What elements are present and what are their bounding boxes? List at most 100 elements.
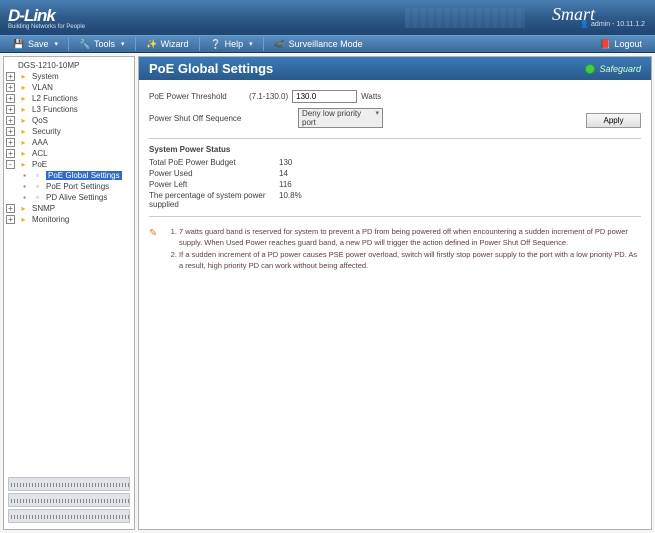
menu-tools[interactable]: 🔧 Tools ▾ [71, 36, 133, 52]
stat-label: The percentage of system power supplied [149, 191, 279, 209]
threshold-row: PoE Power Threshold (7.1-130.0) Watts [149, 90, 641, 103]
sequence-value: Deny low priority port [302, 109, 361, 127]
menu-separator [135, 37, 136, 51]
stat-label: Power Used [149, 169, 279, 178]
tree-toggle-icon[interactable]: + [6, 116, 15, 125]
threshold-label: PoE Power Threshold [149, 92, 249, 101]
menu-label: Surveillance Mode [289, 39, 363, 49]
tree-toggle-icon[interactable]: + [6, 138, 15, 147]
ports-graphic [405, 8, 525, 28]
menu-logout[interactable]: 📕 Logout [591, 36, 650, 52]
tree-item-monitoring[interactable]: +▸Monitoring [6, 214, 132, 225]
folder-icon: ▸ [18, 149, 29, 158]
page-icon: ▫ [32, 171, 43, 180]
tree-toggle-icon[interactable]: + [6, 127, 15, 136]
tree-toggle-icon[interactable]: + [6, 83, 15, 92]
tree-item-l3-functions[interactable]: +▸L3 Functions [6, 104, 132, 115]
tree-root[interactable]: DGS-1210-10MP [6, 60, 132, 71]
tree-label: VLAN [32, 83, 53, 92]
stat-row: The percentage of system power supplied1… [149, 190, 641, 210]
folder-icon: ▸ [18, 105, 29, 114]
tree-label: L3 Functions [32, 105, 78, 114]
help-icon: ❔ [210, 38, 222, 50]
folder-icon: ▸ [18, 204, 29, 213]
stat-value: 116 [279, 180, 329, 189]
tree-item-l2-functions[interactable]: +▸L2 Functions [6, 93, 132, 104]
tree-item-pd-alive-settings[interactable]: ▪▫PD Alive Settings [6, 192, 132, 203]
tree-label: SNMP [32, 204, 55, 213]
tree-toggle-icon[interactable]: - [6, 160, 15, 169]
logo-tagline: Building Networks for People [8, 24, 85, 30]
content-header: PoE Global Settings Safeguard [139, 57, 651, 80]
tree-item-aaa[interactable]: +▸AAA [6, 137, 132, 148]
tree-label: PoE [32, 160, 47, 169]
page-icon: ▫ [32, 182, 43, 191]
tree-item-poe-port-settings[interactable]: ▪▫PoE Port Settings [6, 181, 132, 192]
notice-item: If a sudden increment of a PD power caus… [179, 250, 641, 271]
menu-label: Wizard [161, 39, 189, 49]
folder-icon: ▸ [18, 94, 29, 103]
device-thumb [8, 477, 130, 491]
tree-label: ACL [32, 149, 48, 158]
tree-label: DGS-1210-10MP [18, 61, 79, 70]
sequence-label: Power Shut Off Sequence [149, 114, 249, 123]
tree-toggle-icon[interactable]: + [6, 215, 15, 224]
tree-item-poe-global-settings[interactable]: ▪▫PoE Global Settings [6, 170, 132, 181]
tree-item-snmp[interactable]: +▸SNMP [6, 203, 132, 214]
tree-item-qos[interactable]: +▸QoS [6, 115, 132, 126]
menu-save[interactable]: 💾 Save ▾ [5, 36, 66, 52]
content-panel: PoE Global Settings Safeguard PoE Power … [138, 56, 652, 530]
tree-label: Monitoring [32, 215, 69, 224]
tree-item-acl[interactable]: +▸ACL [6, 148, 132, 159]
tree-label: QoS [32, 116, 48, 125]
main-container: DGS-1210-10MP +▸System+▸VLAN+▸L2 Functio… [0, 53, 655, 533]
tree-toggle-icon[interactable]: + [6, 149, 15, 158]
sequence-select[interactable]: Deny low priority port [298, 108, 383, 128]
threshold-range: (7.1-130.0) [249, 92, 288, 101]
menu-bar: 💾 Save ▾ 🔧 Tools ▾ ✨ Wizard ❔ Help ▾ 📹 S… [0, 35, 655, 53]
menu-label: Tools [94, 39, 115, 49]
tree-label: PoE Global Settings [46, 171, 122, 180]
tree-toggle-icon[interactable]: + [6, 72, 15, 81]
admin-info: admin - 10.11.1.2 [580, 20, 645, 28]
tree-label: L2 Functions [32, 94, 78, 103]
stat-label: Power Left [149, 180, 279, 189]
divider [149, 138, 641, 139]
menu-help[interactable]: ❔ Help ▾ [202, 36, 261, 52]
app-header: D-Link Building Networks for People Smar… [0, 0, 655, 35]
device-thumb [8, 493, 130, 507]
content-body: PoE Power Threshold (7.1-130.0) Watts Po… [139, 80, 651, 283]
folder-icon: ▸ [18, 215, 29, 224]
tree-item-poe[interactable]: -▸PoE [6, 159, 132, 170]
tree-toggle-icon[interactable]: + [6, 204, 15, 213]
tree-item-vlan[interactable]: +▸VLAN [6, 82, 132, 93]
tree-label: PD Alive Settings [46, 193, 107, 202]
tree-toggle-icon[interactable]: + [6, 94, 15, 103]
device-thumbnails [8, 477, 130, 525]
wizard-icon: ✨ [146, 38, 158, 50]
page-title: PoE Global Settings [149, 61, 273, 76]
tree-label: AAA [32, 138, 48, 147]
menu-label: Logout [614, 39, 642, 49]
safeguard-label: Safeguard [599, 64, 641, 74]
chevron-down-icon: ▾ [121, 40, 125, 48]
menu-surveillance[interactable]: 📹 Surveillance Mode [266, 36, 371, 52]
menu-wizard[interactable]: ✨ Wizard [138, 36, 197, 52]
stat-row: Total PoE Power Budget130 [149, 157, 641, 168]
tree-toggle-icon[interactable]: + [6, 105, 15, 114]
folder-icon: ▸ [18, 160, 29, 169]
menu-separator [68, 37, 69, 51]
chevron-down-icon: ▾ [55, 40, 59, 48]
menu-separator [263, 37, 264, 51]
tree-item-security[interactable]: +▸Security [6, 126, 132, 137]
tree-item-system[interactable]: +▸System [6, 71, 132, 82]
threshold-unit: Watts [361, 92, 381, 101]
pencil-icon: ✎ [149, 227, 163, 273]
threshold-input[interactable] [292, 90, 357, 103]
stat-row: Power Left116 [149, 179, 641, 190]
menu-separator [199, 37, 200, 51]
device-thumb [8, 509, 130, 523]
folder-icon: ▸ [18, 72, 29, 81]
stat-row: Power Used14 [149, 168, 641, 179]
apply-button[interactable]: Apply [586, 113, 641, 128]
